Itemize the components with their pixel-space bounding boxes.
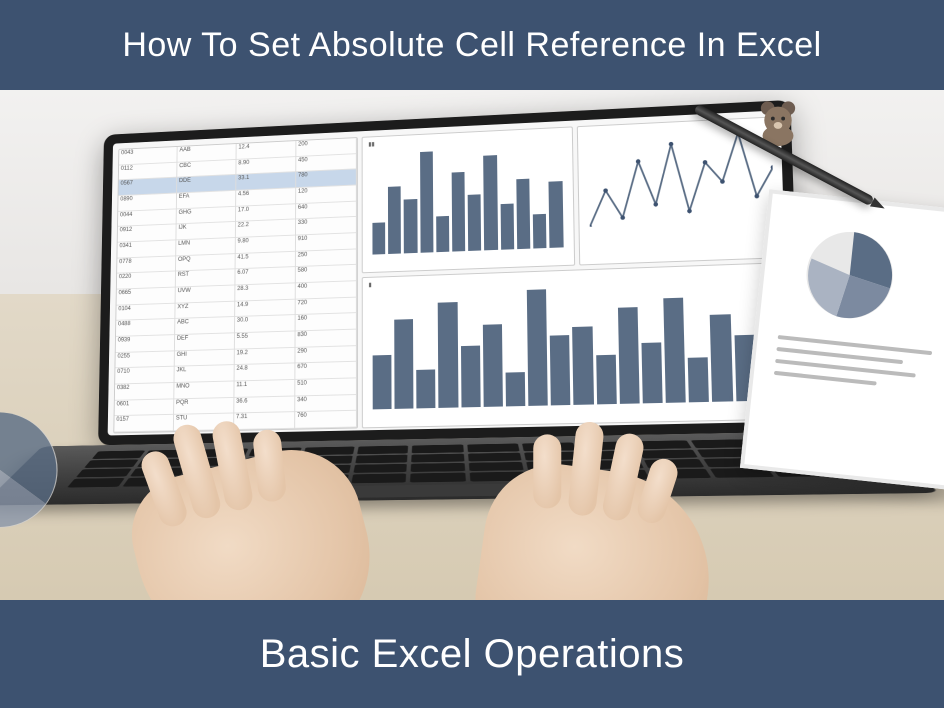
top-banner: How To Set Absolute Cell Reference In Ex… bbox=[0, 0, 944, 90]
chart-label: ▮▮ bbox=[368, 141, 374, 148]
pie-chart-icon bbox=[800, 226, 899, 325]
page-title: How To Set Absolute Cell Reference In Ex… bbox=[122, 26, 821, 65]
footer-title: Basic Excel Operations bbox=[260, 632, 685, 677]
clipboard-prop bbox=[740, 189, 944, 490]
partial-pie-icon bbox=[0, 410, 60, 530]
chart-label: ▮ bbox=[368, 282, 371, 289]
spreadsheet-panel: 0043011205670890004409120341077802200665… bbox=[113, 137, 357, 433]
bottom-banner: Basic Excel Operations bbox=[0, 600, 944, 708]
bar-chart-bottom: ▮ bbox=[362, 262, 791, 428]
clipboard-lines bbox=[771, 335, 944, 423]
hero-image: 0043011205670890004409120341077802200665… bbox=[0, 90, 944, 600]
laptop-screen: 0043011205670890004409120341077802200665… bbox=[108, 110, 791, 435]
bar-chart-top: ▮▮ bbox=[361, 126, 574, 273]
laptop-screen-frame: 0043011205670890004409120341077802200665… bbox=[98, 100, 802, 445]
